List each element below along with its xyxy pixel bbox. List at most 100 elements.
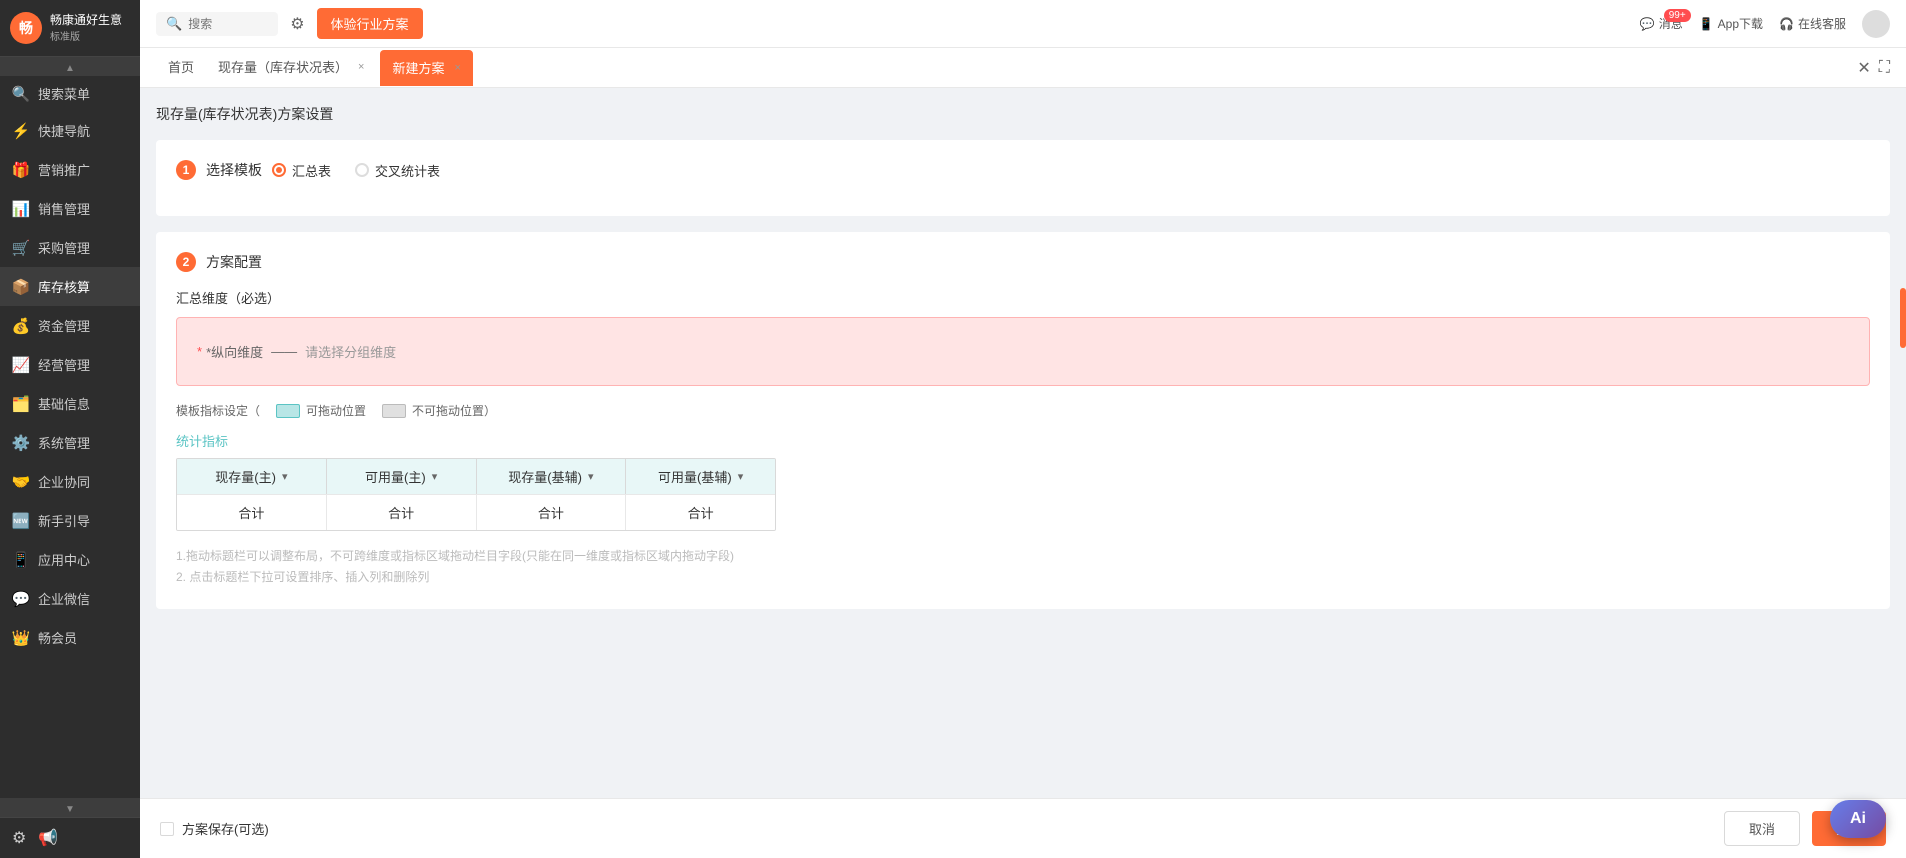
sidebar-item-label: 资金管理 <box>38 316 90 335</box>
stat-col-1-label: 可用量(主) <box>365 467 426 486</box>
stat-col-3-label: 可用量(基辅) <box>658 467 732 486</box>
sidebar-item-finance[interactable]: 💰 资金管理 <box>0 306 140 345</box>
step1-title: 选择模板 <box>206 160 262 180</box>
sidebar-item-enterprise-collab[interactable]: 🤝 企业协同 <box>0 462 140 501</box>
sidebar-item-label: 营销推广 <box>38 160 90 179</box>
save-option-label: 方案保存(可选) <box>182 819 269 838</box>
sidebar-item-label: 库存核算 <box>38 277 90 296</box>
stat-section-title: 统计指标 <box>176 431 1870 450</box>
bottom-bar: 方案保存(可选) 取消 查询 <box>140 798 1906 858</box>
user-avatar[interactable] <box>1862 10 1890 38</box>
main-area: 🔍 ⚙ 体验行业方案 💬 消息 99+ 📱 App下载 🎧 在线客服 <box>140 0 1906 858</box>
sidebar-item-label: 搜索菜单 <box>38 84 90 103</box>
sidebar-item-system[interactable]: ⚙️ 系统管理 <box>0 423 140 462</box>
sidebar-item-operations[interactable]: 📈 经营管理 <box>0 345 140 384</box>
sales-icon: 📊 <box>12 200 30 218</box>
window-close-icon[interactable]: ✕ <box>1857 58 1870 78</box>
tip-1: 1.拖动标题栏可以调整布局，不可跨维度或指标区域拖动栏目字段(只能在同一维度或指… <box>176 547 1870 564</box>
online-service-button[interactable]: 🎧 在线客服 <box>1779 15 1846 32</box>
stat-cell-0: 合计 <box>177 495 327 530</box>
dimension-warning-box: * *纵向维度 —— 请选择分组维度 <box>176 317 1870 386</box>
non-draggable-box <box>382 404 406 418</box>
scroll-indicator <box>1900 288 1906 348</box>
speaker-icon[interactable]: 📢 <box>38 828 58 848</box>
tips-section: 1.拖动标题栏可以调整布局，不可跨维度或指标区域拖动栏目字段(只能在同一维度或指… <box>176 547 1870 585</box>
stat-cell-1: 合计 <box>327 495 477 530</box>
step1-card: 1 选择模板 汇总表 交叉统计表 <box>156 140 1890 216</box>
topbar-settings-icon[interactable]: ⚙ <box>290 14 304 34</box>
logo-icon: 畅 <box>10 12 42 44</box>
sidebar-item-member[interactable]: 👑 畅会员 <box>0 618 140 657</box>
member-icon: 👑 <box>12 629 30 647</box>
dash: —— <box>271 344 297 359</box>
app-download-button[interactable]: 📱 App下载 <box>1699 15 1763 32</box>
sidebar-item-inventory[interactable]: 📦 库存核算 <box>0 267 140 306</box>
stat-col-3: 可用量(基辅) ▾ <box>626 459 775 494</box>
stat-cell-3: 合计 <box>626 495 775 530</box>
sidebar-item-basic-info[interactable]: 🗂️ 基础信息 <box>0 384 140 423</box>
sidebar-scroll-down[interactable]: ▼ <box>0 798 140 817</box>
search-box[interactable]: 🔍 <box>156 12 278 36</box>
sidebar-item-marketing[interactable]: 🎁 营销推广 <box>0 150 140 189</box>
stat-col-1: 可用量(主) ▾ <box>327 459 477 494</box>
sidebar-item-label: 企业微信 <box>38 589 90 608</box>
operations-icon: 📈 <box>12 356 30 374</box>
sidebar-item-label: 企业协同 <box>38 472 90 491</box>
stat-col-2: 现存量(基辅) ▾ <box>477 459 627 494</box>
sidebar-item-enterprise-wechat[interactable]: 💬 企业微信 <box>0 579 140 618</box>
sidebar-item-search[interactable]: 🔍 搜索菜单 <box>0 76 140 111</box>
sidebar-item-sales[interactable]: 📊 销售管理 <box>0 189 140 228</box>
window-expand-icon[interactable]: ⛶ <box>1879 59 1890 77</box>
sidebar-item-quick-nav[interactable]: ⚡ 快捷导航 <box>0 111 140 150</box>
stat-table-data-row: 合计 合计 合计 合计 <box>177 494 775 530</box>
step1-badge: 1 <box>176 160 196 180</box>
step1-header: 1 选择模板 汇总表 交叉统计表 <box>176 160 1870 180</box>
message-icon: 💬 <box>1640 17 1655 31</box>
sidebar-menu: 🔍 搜索菜单 ⚡ 快捷导航 🎁 营销推广 📊 销售管理 🛒 采购管理 📦 库存核… <box>0 76 140 798</box>
sidebar-item-label: 基础信息 <box>38 394 90 413</box>
finance-icon: 💰 <box>12 317 30 335</box>
basic-info-icon: 🗂️ <box>12 395 30 413</box>
search-icon: 🔍 <box>12 85 30 103</box>
radio-summary-circle <box>272 163 286 177</box>
message-badge: 99+ <box>1664 9 1691 22</box>
tab-inventory[interactable]: 现存量（库存状况表） × <box>206 48 376 88</box>
purchase-icon: 🛒 <box>12 239 30 257</box>
stat-col-1-chevron[interactable]: ▾ <box>432 470 438 483</box>
statistics-table: 现存量(主) ▾ 可用量(主) ▾ 现存量(基辅) ▾ 可用量(基辅) ▾ <box>176 458 776 531</box>
cancel-button[interactable]: 取消 <box>1724 811 1800 846</box>
settings-icon[interactable]: ⚙ <box>12 828 26 848</box>
message-button[interactable]: 💬 消息 99+ <box>1640 15 1683 32</box>
search-input[interactable] <box>188 17 268 31</box>
step2-title: 方案配置 <box>206 252 262 272</box>
non-draggable-indicator: 不可拖动位置） <box>382 402 496 419</box>
stat-col-0: 现存量(主) ▾ <box>177 459 327 494</box>
stat-col-0-chevron[interactable]: ▾ <box>282 470 288 483</box>
tab-inventory-close[interactable]: × <box>358 61 364 73</box>
system-icon: ⚙️ <box>12 434 30 452</box>
stat-col-2-chevron[interactable]: ▾ <box>588 470 594 483</box>
topbar: 🔍 ⚙ 体验行业方案 💬 消息 99+ 📱 App下载 🎧 在线客服 <box>140 0 1906 48</box>
content-area: 现存量(库存状况表)方案设置 1 选择模板 汇总表 交叉统计表 <box>140 88 1906 798</box>
stat-col-3-chevron[interactable]: ▾ <box>738 470 744 483</box>
tab-bar: 首页 现存量（库存状况表） × 新建方案 × ✕ ⛶ <box>140 48 1906 88</box>
sidebar-item-newcomer[interactable]: 🆕 新手引导 <box>0 501 140 540</box>
required-star: * <box>197 344 202 359</box>
tab-home[interactable]: 首页 <box>156 48 206 88</box>
radio-cross[interactable]: 交叉统计表 <box>355 161 440 180</box>
sidebar-item-app-center[interactable]: 📱 应用中心 <box>0 540 140 579</box>
radio-summary[interactable]: 汇总表 <box>272 161 331 180</box>
app-name: 畅康通好生意 <box>50 13 122 29</box>
radio-cross-label: 交叉统计表 <box>375 161 440 180</box>
tab-new-close[interactable]: × <box>454 62 460 74</box>
tab-new-plan[interactable]: 新建方案 × <box>380 50 472 86</box>
save-checkbox[interactable] <box>160 822 174 836</box>
trial-button[interactable]: 体验行业方案 <box>317 8 423 39</box>
sidebar-scroll-up[interactable]: ▲ <box>0 57 140 76</box>
stat-cell-2: 合计 <box>477 495 627 530</box>
ai-button[interactable]: Ai <box>1830 800 1886 838</box>
marketing-icon: 🎁 <box>12 161 30 179</box>
newcomer-icon: 🆕 <box>12 512 30 530</box>
enterprise-wechat-icon: 💬 <box>12 590 30 608</box>
sidebar-item-purchase[interactable]: 🛒 采购管理 <box>0 228 140 267</box>
